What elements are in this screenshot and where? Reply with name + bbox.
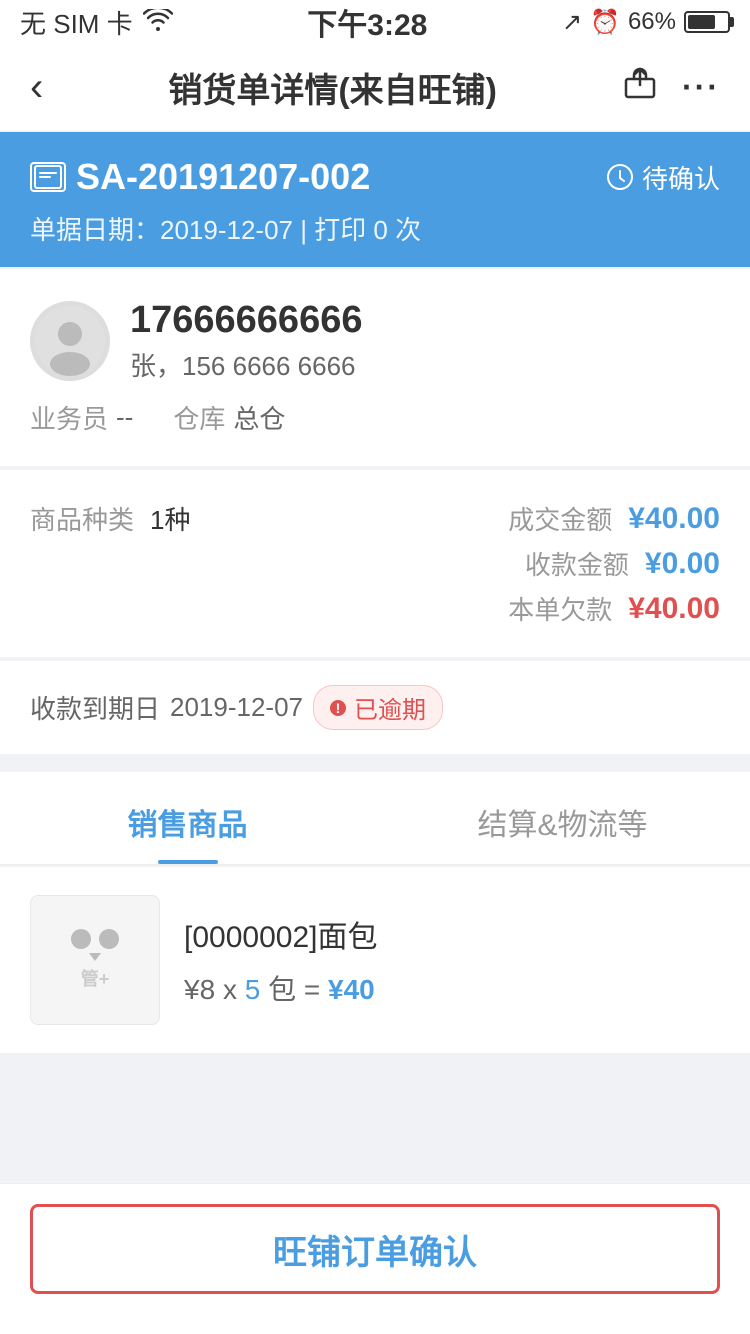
due-date-value: 2019-12-07 [170, 692, 303, 723]
avatar [30, 301, 110, 381]
owl-text-icon: 管+ [81, 965, 110, 991]
bottom-bar: 旺铺订单确认 [0, 1183, 750, 1334]
location-icon: ↗ [562, 8, 582, 37]
status-bar-time: 下午3:28 [307, 0, 427, 44]
product-item: 管+ [0000002]面包 ¥8 x 5 包 = ¥40 [0, 867, 750, 1053]
more-button[interactable]: ··· [682, 69, 720, 106]
tab-settlement[interactable]: 结算&物流等 [375, 772, 750, 864]
product-price: ¥8 x 5 包 = ¥40 [184, 968, 720, 1008]
status-bar-right: ↗ ⏰ 66% [562, 8, 730, 37]
customer-name: 张，156 6666 6666 [130, 346, 362, 383]
product-thumb-inner: 管+ [71, 929, 119, 991]
nav-right: ··· [622, 65, 720, 110]
sales-rep: 业务员 -- [30, 399, 133, 436]
wifi-icon [143, 7, 173, 38]
order-date: 单据日期：2019-12-07 | 打印 0 次 [30, 210, 720, 247]
alarm-icon: ⏰ [590, 8, 620, 37]
customer-meta: 业务员 -- 仓库 总仓 [30, 399, 720, 436]
back-button[interactable]: ‹ [30, 65, 43, 110]
divider-3 [0, 754, 750, 756]
divider-1 [0, 466, 750, 468]
owl-eyes-icon [71, 929, 119, 949]
overdue-badge: ! 已逾期 [313, 685, 443, 730]
confirm-order-button[interactable]: 旺铺订单确认 [30, 1204, 720, 1294]
status-bar: 无 SIM 卡 下午3:28 ↗ ⏰ 66% [0, 0, 750, 44]
nav-title: 销货单详情(来自旺铺) [168, 63, 497, 112]
order-id: SA-20191207-002 [30, 156, 370, 198]
amount-summary: 成交金额 ¥40.00 收款金额 ¥0.00 本单欠款 ¥40.00 [508, 500, 720, 627]
due-date-label: 收款到期日 [30, 689, 160, 726]
tab-sales-products[interactable]: 销售商品 [0, 772, 375, 864]
order-icon [30, 162, 66, 192]
customer-phone: 17666666666 [130, 299, 362, 342]
tabs: 销售商品 结算&物流等 [0, 772, 750, 865]
product-name: [0000002]面包 [184, 912, 720, 956]
battery-icon [684, 11, 730, 33]
status-bar-left: 无 SIM 卡 [20, 4, 173, 41]
summary-card: 商品种类 1种 成交金额 ¥40.00 收款金额 ¥0.00 本单欠款 ¥40.… [0, 470, 750, 657]
customer-row: 17666666666 张，156 6666 6666 [30, 299, 720, 383]
warehouse: 仓库 总仓 [173, 399, 285, 436]
customer-card: 17666666666 张，156 6666 6666 业务员 -- 仓库 总仓 [0, 269, 750, 466]
divider-2 [0, 657, 750, 659]
owl-beak-icon [89, 953, 101, 961]
received-amount-row: 收款金额 ¥0.00 [525, 545, 720, 582]
share-icon[interactable] [622, 65, 658, 110]
carrier-label: 无 SIM 卡 [20, 4, 133, 41]
owed-amount-row: 本单欠款 ¥40.00 [508, 590, 720, 627]
customer-info: 17666666666 张，156 6666 6666 [130, 299, 362, 383]
overdue-dot-icon: ! [330, 700, 346, 716]
order-header: SA-20191207-002 待确认 单据日期：2019-12-07 | 打印… [0, 132, 750, 267]
product-thumbnail: 管+ [30, 895, 160, 1025]
order-id-row: SA-20191207-002 待确认 [30, 156, 720, 198]
due-date-card: 收款到期日 2019-12-07 ! 已逾期 [0, 661, 750, 754]
nav-bar: ‹ 销货单详情(来自旺铺) ··· [0, 44, 750, 132]
battery-fill [688, 15, 715, 29]
deal-amount-row: 成交金额 ¥40.00 [508, 500, 720, 537]
battery-percent: 66% [628, 8, 676, 36]
product-type: 商品种类 1种 [30, 500, 190, 537]
product-info: [0000002]面包 ¥8 x 5 包 = ¥40 [184, 912, 720, 1008]
order-status: 待确认 [606, 159, 720, 196]
product-section: 管+ [0000002]面包 ¥8 x 5 包 = ¥40 [0, 867, 750, 1053]
